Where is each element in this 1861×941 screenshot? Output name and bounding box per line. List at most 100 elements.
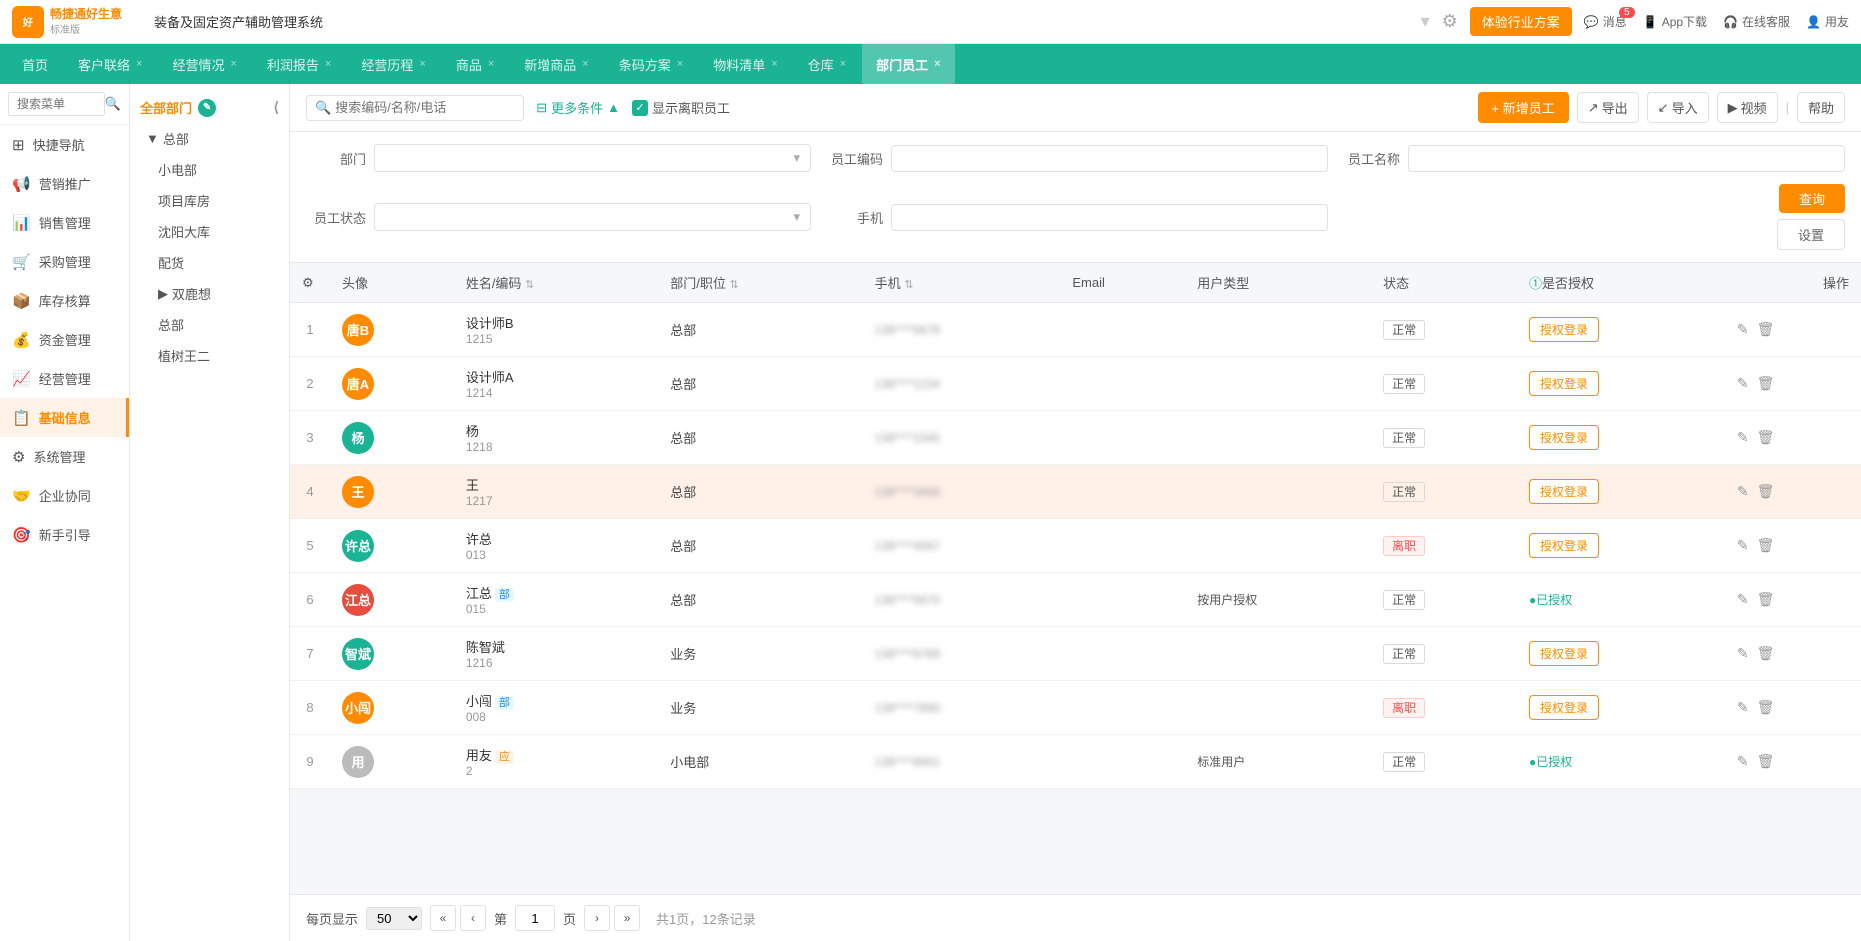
sidebar-item-guide[interactable]: 🎯新手引导 — [0, 515, 129, 554]
prev-page-btn[interactable]: ‹ — [460, 905, 486, 931]
sidebar-item-system[interactable]: ⚙系统管理 — [0, 437, 129, 476]
nav-tab-利润报告[interactable]: 利润报告× — [253, 44, 345, 84]
edit-btn[interactable]: ✎ — [1737, 699, 1749, 716]
phone-input[interactable] — [891, 204, 1328, 231]
nav-tab-经营历程[interactable]: 经营历程× — [347, 44, 439, 84]
dept-node-xiangmu[interactable]: 项目库房 — [130, 185, 289, 216]
delete-btn[interactable]: 🗑 — [1757, 429, 1775, 446]
online-service-btn[interactable]: 🎧 在线客服 — [1723, 13, 1790, 30]
dept-node-shenyang[interactable]: 沈阳大库 — [130, 216, 289, 247]
edit-btn[interactable]: ✎ — [1737, 429, 1749, 446]
close-tab-icon[interactable]: × — [840, 58, 846, 70]
user-avatar[interactable]: 👤 用友 — [1806, 13, 1849, 30]
import-btn[interactable]: ↙ 导入 — [1647, 92, 1709, 123]
sidebar-item-basic[interactable]: 📋基础信息 — [0, 398, 129, 437]
sidebar-item-marketing[interactable]: 📢营销推广 — [0, 164, 129, 203]
sidebar-item-purchase[interactable]: 🛒采购管理 — [0, 242, 129, 281]
sidebar-item-collab[interactable]: 🤝企业协同 — [0, 476, 129, 515]
filter-btn[interactable]: ⊟ 更多条件 ▲ — [536, 98, 620, 117]
edit-btn[interactable]: ✎ — [1737, 483, 1749, 500]
edit-btn[interactable]: ✎ — [1737, 753, 1749, 770]
auth-btn[interactable]: 授权登录 — [1529, 317, 1599, 342]
add-employee-btn[interactable]: + 新增员工 — [1478, 92, 1569, 123]
auth-btn[interactable]: 授权登录 — [1529, 425, 1599, 450]
help-btn[interactable]: 帮助 — [1797, 92, 1845, 123]
delete-btn[interactable]: 🗑 — [1757, 375, 1775, 392]
nav-tab-部门员工[interactable]: 部门员工× — [862, 44, 954, 84]
dept-node-zhishu[interactable]: 植树王二 — [130, 340, 289, 371]
th-settings[interactable]: ⚙ — [290, 263, 330, 303]
sidebar-item-inventory[interactable]: 📦库存核算 — [0, 281, 129, 320]
last-page-btn[interactable]: » — [614, 905, 640, 931]
dept-collapse-icon[interactable]: ⟨ — [274, 99, 279, 116]
dept-node-shuanglv[interactable]: ▶ 双鹿想 — [130, 278, 289, 309]
close-tab-icon[interactable]: × — [419, 58, 425, 70]
nav-tab-商品[interactable]: 商品× — [442, 44, 508, 84]
page-number-input[interactable] — [515, 905, 555, 931]
auth-btn[interactable]: 授权登录 — [1529, 371, 1599, 396]
nav-tab-经营情况[interactable]: 经营情况× — [158, 44, 250, 84]
sidebar-item-quick-nav[interactable]: ⊞快捷导航 — [0, 125, 129, 164]
nav-tab-物料清单[interactable]: 物料清单× — [699, 44, 791, 84]
nav-tab-仓库[interactable]: 仓库× — [794, 44, 860, 84]
settings-icon[interactable]: ⚙ — [1442, 11, 1458, 32]
sidebar-search-input[interactable] — [8, 92, 105, 116]
messages-btn[interactable]: 💬 消息 5 — [1584, 13, 1627, 30]
edit-btn[interactable]: ✎ — [1737, 321, 1749, 338]
nav-tab-条码方案[interactable]: 条码方案× — [605, 44, 697, 84]
emp-code-input[interactable] — [891, 145, 1328, 172]
delete-btn[interactable]: 🗑 — [1757, 537, 1775, 554]
nav-tab-新增商品[interactable]: 新增商品× — [510, 44, 602, 84]
dept-select[interactable]: ▾ — [374, 144, 811, 172]
edit-btn[interactable]: ✎ — [1737, 591, 1749, 608]
view-btn[interactable]: ▶ 视频 — [1717, 92, 1778, 123]
close-tab-icon[interactable]: × — [325, 58, 331, 70]
dept-node-xiaodian[interactable]: 小电部 — [130, 154, 289, 185]
first-page-btn[interactable]: « — [430, 905, 456, 931]
close-tab-icon[interactable]: × — [136, 58, 142, 70]
set-btn[interactable]: 设置 — [1777, 219, 1845, 250]
close-tab-icon[interactable]: × — [488, 58, 494, 70]
search-btn[interactable]: 查询 — [1779, 184, 1845, 213]
next-page-btn[interactable]: › — [584, 905, 610, 931]
edit-btn[interactable]: ✎ — [1737, 645, 1749, 662]
auth-btn[interactable]: 授权登录 — [1529, 641, 1599, 666]
emp-name-input[interactable] — [1408, 145, 1845, 172]
dept-node-peihuo[interactable]: 配货 — [130, 247, 289, 278]
status-select[interactable]: ▾ — [374, 203, 811, 231]
app-download-btn[interactable]: 📱 App下载 — [1643, 13, 1707, 30]
th-name[interactable]: 姓名/编码 ⇅ — [454, 263, 658, 303]
auth-btn[interactable]: 授权登录 — [1529, 479, 1599, 504]
delete-btn[interactable]: 🗑 — [1757, 753, 1775, 770]
dept-edit-icon[interactable]: ✎ — [198, 99, 216, 117]
close-tab-icon[interactable]: × — [677, 58, 683, 70]
close-tab-icon[interactable]: × — [582, 58, 588, 70]
per-page-select[interactable]: 50 20 100 — [366, 907, 422, 930]
close-tab-icon[interactable]: × — [230, 58, 236, 70]
sidebar-item-sales[interactable]: 📊销售管理 — [0, 203, 129, 242]
edit-btn[interactable]: ✎ — [1737, 537, 1749, 554]
auth-btn[interactable]: 授权登录 — [1529, 533, 1599, 558]
delete-btn[interactable]: 🗑 — [1757, 699, 1775, 716]
sys-dropdown-icon[interactable]: ▾ — [1421, 11, 1430, 32]
dept-node-zongbu2[interactable]: 总部 — [130, 309, 289, 340]
sidebar-item-finance[interactable]: 💰资金管理 — [0, 320, 129, 359]
th-phone[interactable]: 手机 ⇅ — [863, 263, 1061, 303]
sidebar-item-operation[interactable]: 📈经营管理 — [0, 359, 129, 398]
delete-btn[interactable]: 🗑 — [1757, 483, 1775, 500]
delete-btn[interactable]: 🗑 — [1757, 645, 1775, 662]
close-tab-icon[interactable]: × — [771, 58, 777, 70]
nav-tab-客户联络[interactable]: 客户联络× — [64, 44, 156, 84]
experience-btn[interactable]: 体验行业方案 — [1470, 7, 1572, 36]
delete-btn[interactable]: 🗑 — [1757, 591, 1775, 608]
th-dept[interactable]: 部门/职位 ⇅ — [658, 263, 862, 303]
show-departed-toggle[interactable]: ✓ 显示离职员工 — [632, 98, 730, 117]
auth-btn[interactable]: 授权登录 — [1529, 695, 1599, 720]
search-input[interactable] — [335, 100, 515, 115]
edit-btn[interactable]: ✎ — [1737, 375, 1749, 392]
delete-btn[interactable]: 🗑 — [1757, 321, 1775, 338]
nav-tab-首页[interactable]: 首页 — [8, 44, 62, 84]
dept-node-zongbu[interactable]: ▼ 总部 — [130, 123, 289, 154]
close-tab-icon[interactable]: × — [934, 58, 940, 70]
export-btn[interactable]: ↗ 导出 — [1577, 92, 1639, 123]
